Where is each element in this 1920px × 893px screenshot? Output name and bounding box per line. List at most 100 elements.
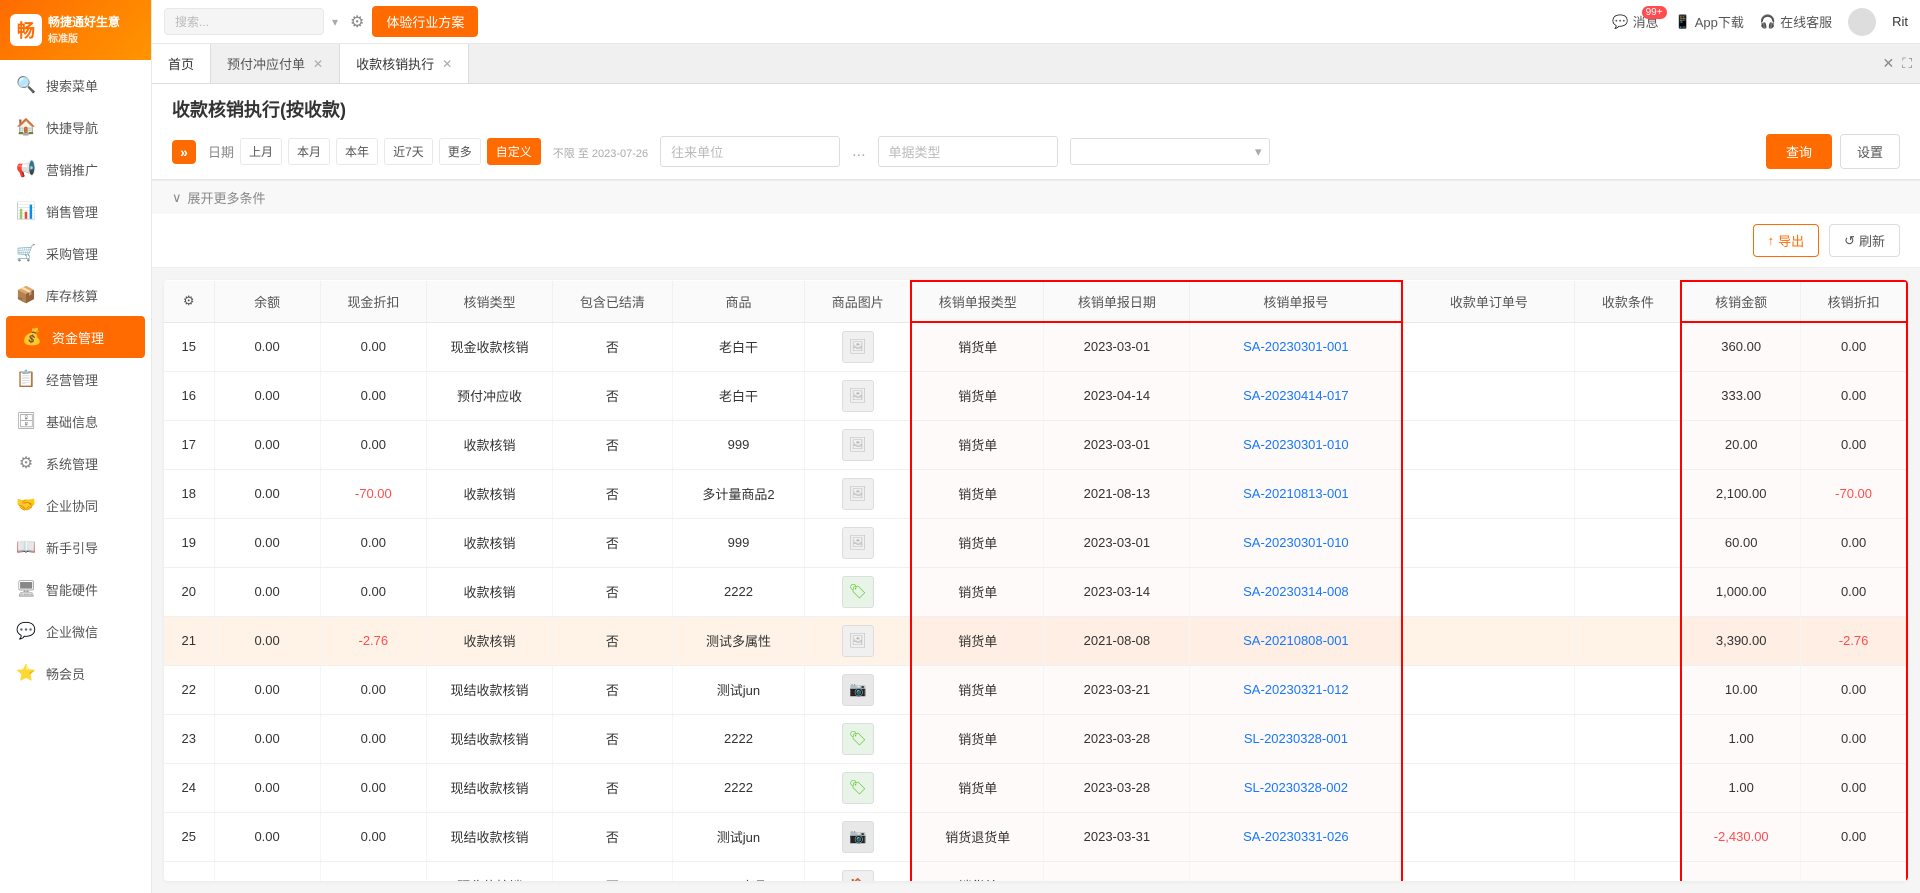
- table-row[interactable]: 160.000.00预付冲应收否老白干🖼销货单2023-04-14SA-2023…: [164, 371, 1907, 420]
- bill-no-link[interactable]: SA-20230321-012: [1243, 682, 1349, 697]
- bill-type-input[interactable]: 单据类型: [878, 136, 1058, 167]
- table-row[interactable]: 230.000.00现结收款核销否2222🏷销货单2023-03-28SL-20…: [164, 714, 1907, 763]
- sidebar-item-corp-wx[interactable]: 💬 企业微信: [0, 610, 151, 652]
- user-avatar[interactable]: [1848, 8, 1876, 36]
- cell-balance: 0.00: [214, 322, 320, 371]
- cell-bill_report_no[interactable]: SA-20230321-012: [1190, 665, 1402, 714]
- cell-bill_report_no[interactable]: SL-20230328-002: [1190, 763, 1402, 812]
- tab-receipt[interactable]: 收款核销执行✕: [340, 44, 469, 83]
- table-row[interactable]: 250.000.00现结收款核销否测试jun📷销货退货单2023-03-31SA…: [164, 812, 1907, 861]
- bill-no-link[interactable]: SL-20230328-002: [1244, 780, 1348, 795]
- table-row[interactable]: 260.000.00预收款核销否123D商品🏠销货单2022-04-14ABC-…: [164, 861, 1907, 881]
- sidebar-item-system[interactable]: ⚙ 系统管理: [0, 442, 151, 484]
- cell-bill_report_no[interactable]: ABC-001: [1190, 861, 1402, 881]
- bill-type-select[interactable]: [1070, 138, 1270, 165]
- date-btn-this-month[interactable]: 本月: [288, 138, 330, 165]
- sidebar-item-operations[interactable]: 📋 经营管理: [0, 358, 151, 400]
- cell-write_off_discount: 0.00: [1801, 763, 1907, 812]
- sidebar-item-newbie[interactable]: 📖 新手引导: [0, 526, 151, 568]
- query-button[interactable]: 查询: [1766, 134, 1832, 169]
- cell-bill_report_no[interactable]: SL-20230328-001: [1190, 714, 1402, 763]
- tab-home[interactable]: 首页: [152, 44, 211, 83]
- table-row[interactable]: 200.000.00收款核销否2222🏷销货单2023-03-14SA-2023…: [164, 567, 1907, 616]
- cell-bill_report_no[interactable]: SA-20230301-010: [1190, 420, 1402, 469]
- date-btn-last-month[interactable]: 上月: [240, 138, 282, 165]
- corp-collab-icon: 🤝: [16, 495, 36, 515]
- cell-bill_report_no[interactable]: SA-20230331-026: [1190, 812, 1402, 861]
- export-button[interactable]: ↑ 导出: [1753, 224, 1820, 257]
- cell-cash_discount: 0.00: [320, 763, 426, 812]
- table-row[interactable]: 180.00-70.00收款核销否多计量商品2🖼销货单2021-08-13SA-…: [164, 469, 1907, 518]
- tab-close-all-icon[interactable]: ✕: [1882, 55, 1894, 72]
- header-gear-icon[interactable]: ⚙: [350, 12, 364, 32]
- bill-no-link[interactable]: SL-20230328-001: [1244, 731, 1348, 746]
- header-search[interactable]: 搜索...: [164, 8, 324, 35]
- bill-no-link[interactable]: SA-20230414-017: [1243, 388, 1349, 403]
- filter-actions: 查询 设置: [1766, 134, 1900, 169]
- trial-button[interactable]: 体验行业方案: [372, 6, 478, 37]
- tab-maximize-icon[interactable]: ⛶: [1902, 55, 1912, 72]
- online-service-btn[interactable]: 🎧 在线客服: [1760, 12, 1832, 31]
- date-btn-custom[interactable]: 自定义: [487, 138, 541, 165]
- bill-no-link[interactable]: SA-20230331-026: [1243, 829, 1349, 844]
- cell-bill_report_no[interactable]: SA-20230301-010: [1190, 518, 1402, 567]
- cell-bill_report_date: 2022-04-14: [1044, 861, 1190, 881]
- sidebar-item-inventory[interactable]: 📦 库存核算: [0, 274, 151, 316]
- table-row[interactable]: 240.000.00现结收款核销否2222🏷销货单2023-03-28SL-20…: [164, 763, 1907, 812]
- settings-button[interactable]: 设置: [1840, 134, 1900, 169]
- cell-write_off_type: 预付冲应收: [426, 371, 552, 420]
- table-row[interactable]: 220.000.00现结收款核销否测试jun📷销货单2023-03-21SA-2…: [164, 665, 1907, 714]
- table-row[interactable]: 190.000.00收款核销否999🖼销货单2023-03-01SA-20230…: [164, 518, 1907, 567]
- col-header-goods_img: 商品图片: [805, 281, 911, 322]
- cell-bill_report_no[interactable]: SA-20230314-008: [1190, 567, 1402, 616]
- date-btn-this-year[interactable]: 本年: [336, 138, 378, 165]
- bill-no-link[interactable]: SA-20230301-001: [1243, 339, 1349, 354]
- from-unit-input[interactable]: 往来单位: [660, 136, 840, 167]
- bill-no-link[interactable]: SA-20230301-010: [1243, 535, 1349, 550]
- sidebar-item-vip[interactable]: ⭐ 畅会员: [0, 652, 151, 694]
- table-row[interactable]: 170.000.00收款核销否999🖼销货单2023-03-01SA-20230…: [164, 420, 1907, 469]
- sidebar-item-purchase[interactable]: 🛒 采购管理: [0, 232, 151, 274]
- sidebar-item-finance[interactable]: 💰 资金管理: [6, 316, 145, 358]
- app-download-btn[interactable]: 📱 App下载: [1675, 12, 1744, 31]
- cell-gear: 24: [164, 763, 214, 812]
- sidebar-item-search[interactable]: 🔍 搜索菜单: [0, 64, 151, 106]
- date-btn-more[interactable]: 更多: [439, 138, 481, 165]
- bill-no-link[interactable]: SA-20210808-001: [1243, 633, 1349, 648]
- cell-receipt_condition: [1575, 665, 1681, 714]
- sidebar-item-smart-hw[interactable]: 🖥 智能硬件: [0, 568, 151, 610]
- sidebar-item-quick-nav[interactable]: 🏠 快捷导航: [0, 106, 151, 148]
- cell-bill_report_no[interactable]: SA-20210808-001: [1190, 616, 1402, 665]
- cell-bill_report_type: 销货单: [911, 861, 1044, 881]
- bill-no-link[interactable]: ABC-001: [1270, 878, 1323, 881]
- table-row[interactable]: 210.00-2.76收款核销否测试多属性🖼销货单2021-08-08SA-20…: [164, 616, 1907, 665]
- refresh-button[interactable]: ↺ 刷新: [1829, 224, 1900, 257]
- bill-no-link[interactable]: SA-20210813-001: [1243, 486, 1349, 501]
- header-dropdown-icon[interactable]: ▾: [332, 15, 338, 29]
- cell-bill_report_no[interactable]: SA-20230414-017: [1190, 371, 1402, 420]
- date-btn-7days[interactable]: 近7天: [384, 138, 433, 165]
- expand-icon: ∨: [172, 190, 182, 206]
- sidebar-item-basic-info[interactable]: 🗄 基础信息: [0, 400, 151, 442]
- table-row[interactable]: 150.000.00现金收款核销否老白干🖼销货单2023-03-01SA-202…: [164, 322, 1907, 371]
- sidebar-item-corp-collab[interactable]: 🤝 企业协同: [0, 484, 151, 526]
- cell-bill_report_no[interactable]: SA-20230301-001: [1190, 322, 1402, 371]
- bill-no-link[interactable]: SA-20230314-008: [1243, 584, 1349, 599]
- filter-expand-btn[interactable]: »: [172, 140, 196, 164]
- sidebar-item-sales[interactable]: 📊 销售管理: [0, 190, 151, 232]
- bill-no-link[interactable]: SA-20230301-010: [1243, 437, 1349, 452]
- sidebar-item-marketing[interactable]: 📢 营销推广: [0, 148, 151, 190]
- tab-close-receipt[interactable]: ✕: [442, 57, 452, 71]
- cell-balance: 0.00: [214, 861, 320, 881]
- tab-prepay[interactable]: 预付冲应付单✕: [211, 44, 340, 83]
- sidebar-label-vip: 畅会员: [46, 664, 85, 683]
- cell-write_off_type: 收款核销: [426, 420, 552, 469]
- cell-receipt_condition: [1575, 567, 1681, 616]
- product-image: 🖼: [842, 429, 874, 461]
- cell-bill_report_no[interactable]: SA-20210813-001: [1190, 469, 1402, 518]
- messages-btn[interactable]: 💬 消息 99+: [1612, 12, 1658, 31]
- tab-close-prepay[interactable]: ✕: [313, 57, 323, 71]
- table-area[interactable]: ⚙余额现金折扣核销类型包含已结清商品商品图片核销单报类型核销单报日期核销单报号收…: [164, 280, 1908, 881]
- expand-more-bar[interactable]: ∨ 展开更多条件: [152, 180, 1920, 214]
- top-header: 搜索... ▾ ⚙ 体验行业方案 💬 消息 99+ 📱 App下载 🎧 在线客服…: [152, 0, 1920, 44]
